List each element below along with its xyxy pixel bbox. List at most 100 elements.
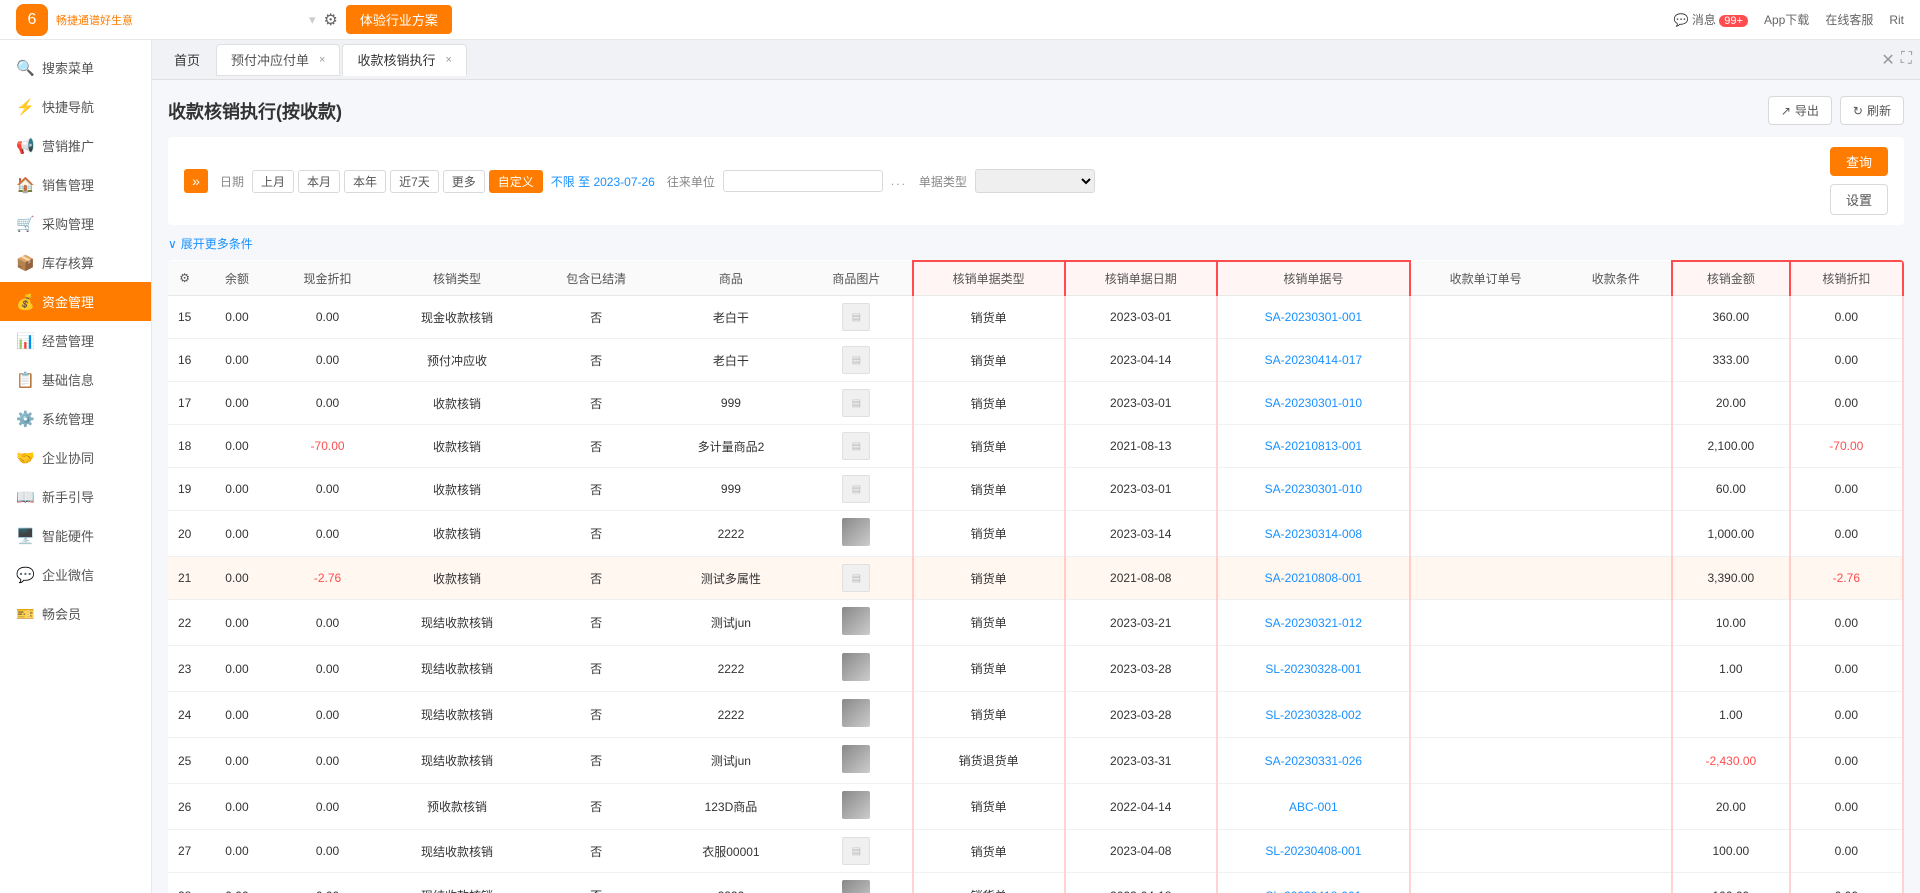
- cell-bill-no[interactable]: SA-20230331-026: [1217, 738, 1410, 784]
- sidebar-item-quick-nav[interactable]: ⚡ 快捷导航: [0, 87, 151, 126]
- cell-bill-date: 2023-03-01: [1065, 468, 1217, 511]
- cell-type: 预收款核销: [383, 784, 532, 830]
- sidebar-item-business[interactable]: 📊 经营管理: [0, 321, 151, 360]
- cell-write-off-disc: 0.00: [1790, 600, 1903, 646]
- window-maximize-icon[interactable]: ⛶: [1901, 50, 1912, 70]
- query-button[interactable]: 查询: [1830, 147, 1888, 176]
- cell-product: 测试jun: [661, 600, 801, 646]
- sidebar-item-finance[interactable]: 💰 资金管理: [0, 282, 151, 321]
- cell-bill-no[interactable]: SA-20230301-001: [1217, 296, 1410, 339]
- cell-bill-no[interactable]: SL-20230328-002: [1217, 692, 1410, 738]
- cell-settled: 否: [531, 738, 660, 784]
- cell-bill-no[interactable]: SA-20210808-001: [1217, 557, 1410, 600]
- cell-product: 老白干: [661, 339, 801, 382]
- cell-bill-no[interactable]: SL-20230408-001: [1217, 830, 1410, 873]
- table-row: 27 0.00 0.00 现结收款核销 否 衣服00001 ▤ 销货单 2023…: [168, 830, 1903, 873]
- sidebar-item-search[interactable]: 🔍 搜索菜单: [0, 48, 151, 87]
- cell-product: 999: [661, 382, 801, 425]
- cell-write-off-disc: 0.00: [1790, 830, 1903, 873]
- table-row: 21 0.00 -2.76 收款核销 否 测试多属性 ▤ 销货单 2021-08…: [168, 557, 1903, 600]
- filter-toggle-button[interactable]: »: [184, 169, 208, 193]
- sidebar-item-purchase[interactable]: 🛒 采购管理: [0, 204, 151, 243]
- date-btn-last-month[interactable]: 上月: [252, 170, 294, 193]
- cell-bill-no[interactable]: SA-20230301-010: [1217, 382, 1410, 425]
- table-row: 25 0.00 0.00 现结收款核销 否 测试jun 销货退货单 2023-0…: [168, 738, 1903, 784]
- cell-bill-no[interactable]: SA-20210813-001: [1217, 425, 1410, 468]
- cell-write-off-disc: 0.00: [1790, 511, 1903, 557]
- order-type-select[interactable]: [975, 169, 1095, 193]
- cell-product-img: ▤: [801, 468, 913, 511]
- date-btn-custom[interactable]: 自定义: [489, 170, 543, 193]
- cell-receipt-cond: [1560, 784, 1672, 830]
- sidebar-item-member[interactable]: 🎫 畅会员: [0, 594, 151, 633]
- sidebar-item-guide[interactable]: 📖 新手引导: [0, 477, 151, 516]
- messages-area[interactable]: 💬 消息 99+: [1674, 11, 1748, 28]
- cell-balance: 0.00: [201, 557, 272, 600]
- cell-receipt-cond: [1560, 511, 1672, 557]
- cell-bill-no[interactable]: SL-20230328-001: [1217, 646, 1410, 692]
- cell-bill-no[interactable]: SA-20230414-017: [1217, 339, 1410, 382]
- partner-input[interactable]: [723, 170, 883, 192]
- cell-amount: 360.00: [1672, 296, 1790, 339]
- refresh-button[interactable]: ↻ 刷新: [1840, 96, 1904, 125]
- table-row: 19 0.00 0.00 收款核销 否 999 ▤ 销货单 2023-03-01…: [168, 468, 1903, 511]
- sidebar-item-inventory[interactable]: 📦 库存核算: [0, 243, 151, 282]
- cell-receipt-order: [1410, 784, 1560, 830]
- date-btn-last-7[interactable]: 近7天: [390, 170, 439, 193]
- cell-receipt-order: [1410, 557, 1560, 600]
- cell-bill-no[interactable]: SA-20230314-008: [1217, 511, 1410, 557]
- tab-collection[interactable]: 收款核销执行 ×: [342, 44, 466, 76]
- tab-prepaid-close[interactable]: ×: [319, 54, 325, 66]
- expand-conditions-button[interactable]: ∨ 展开更多条件: [168, 235, 1904, 252]
- settings-gear-icon[interactable]: ⚙: [324, 10, 338, 30]
- cell-bill-date: 2023-04-08: [1065, 830, 1217, 873]
- export-button[interactable]: ↗ 导出: [1768, 96, 1832, 125]
- cell-bill-no[interactable]: SA-20230321-012: [1217, 600, 1410, 646]
- col-header-product-img: 商品图片: [801, 261, 913, 296]
- sidebar-item-hardware[interactable]: 🖥️ 智能硬件: [0, 516, 151, 555]
- cell-type: 现结收款核销: [383, 873, 532, 893]
- cell-write-off-disc: 0.00: [1790, 468, 1903, 511]
- table-row: 17 0.00 0.00 收款核销 否 999 ▤ 销货单 2023-03-01…: [168, 382, 1903, 425]
- solution-button[interactable]: 体验行业方案: [346, 5, 452, 34]
- cell-bill-date: 2023-03-28: [1065, 692, 1217, 738]
- tab-collection-close[interactable]: ×: [445, 54, 451, 66]
- partner-label: 往来单位: [667, 173, 715, 190]
- cell-bill-no[interactable]: SA-20230301-010: [1217, 468, 1410, 511]
- cell-row-no: 23: [168, 646, 201, 692]
- cell-type: 现结收款核销: [383, 738, 532, 784]
- messages-badge: 99+: [1719, 15, 1748, 27]
- tab-home[interactable]: 首页: [160, 44, 214, 75]
- sidebar-item-basic[interactable]: 📋 基础信息: [0, 360, 151, 399]
- col-header-gear[interactable]: ⚙: [168, 261, 201, 296]
- online-service-link[interactable]: 在线客服: [1825, 11, 1873, 28]
- date-btn-this-month[interactable]: 本月: [298, 170, 340, 193]
- page-header: 收款核销执行(按收款) ↗ 导出 ↻ 刷新: [168, 96, 1904, 125]
- date-btn-more[interactable]: 更多: [443, 170, 485, 193]
- cell-discount: 0.00: [273, 296, 383, 339]
- window-close-icon[interactable]: ✕: [1881, 50, 1894, 70]
- basic-icon: 📋: [16, 371, 34, 389]
- cell-bill-no[interactable]: SL-20230418-001: [1217, 873, 1410, 893]
- sidebar-item-marketing[interactable]: 📢 营销推广: [0, 126, 151, 165]
- sidebar-item-sales[interactable]: 🏠 销售管理: [0, 165, 151, 204]
- main-area: 首页 预付冲应付单 × 收款核销执行 × ✕ ⛶ 收款核销执行(按收款) ↗: [152, 40, 1920, 893]
- cell-product-img: ▤: [801, 557, 913, 600]
- sidebar-item-collab[interactable]: 🤝 企业协同: [0, 438, 151, 477]
- cell-bill-date: 2022-04-14: [1065, 784, 1217, 830]
- cell-bill-no[interactable]: ABC-001: [1217, 784, 1410, 830]
- date-btn-this-year[interactable]: 本年: [344, 170, 386, 193]
- setting-button[interactable]: 设置: [1830, 184, 1888, 215]
- sidebar-label-hardware: 智能硬件: [42, 526, 94, 545]
- cell-bill-type: 销货单: [913, 425, 1065, 468]
- cell-receipt-order: [1410, 511, 1560, 557]
- cell-receipt-cond: [1560, 468, 1672, 511]
- sidebar-item-wechat[interactable]: 💬 企业微信: [0, 555, 151, 594]
- cell-receipt-cond: [1560, 738, 1672, 784]
- app-download-link[interactable]: App下载: [1764, 11, 1809, 28]
- cell-row-no: 26: [168, 784, 201, 830]
- collab-icon: 🤝: [16, 449, 34, 467]
- sidebar-item-system[interactable]: ⚙️ 系统管理: [0, 399, 151, 438]
- data-table-wrap: ⚙ 余额 现金折扣 核销类型 包含已结清 商品 商品图片 核销单据类型 核销单据…: [168, 260, 1904, 893]
- tab-prepaid[interactable]: 预付冲应付单 ×: [216, 44, 340, 76]
